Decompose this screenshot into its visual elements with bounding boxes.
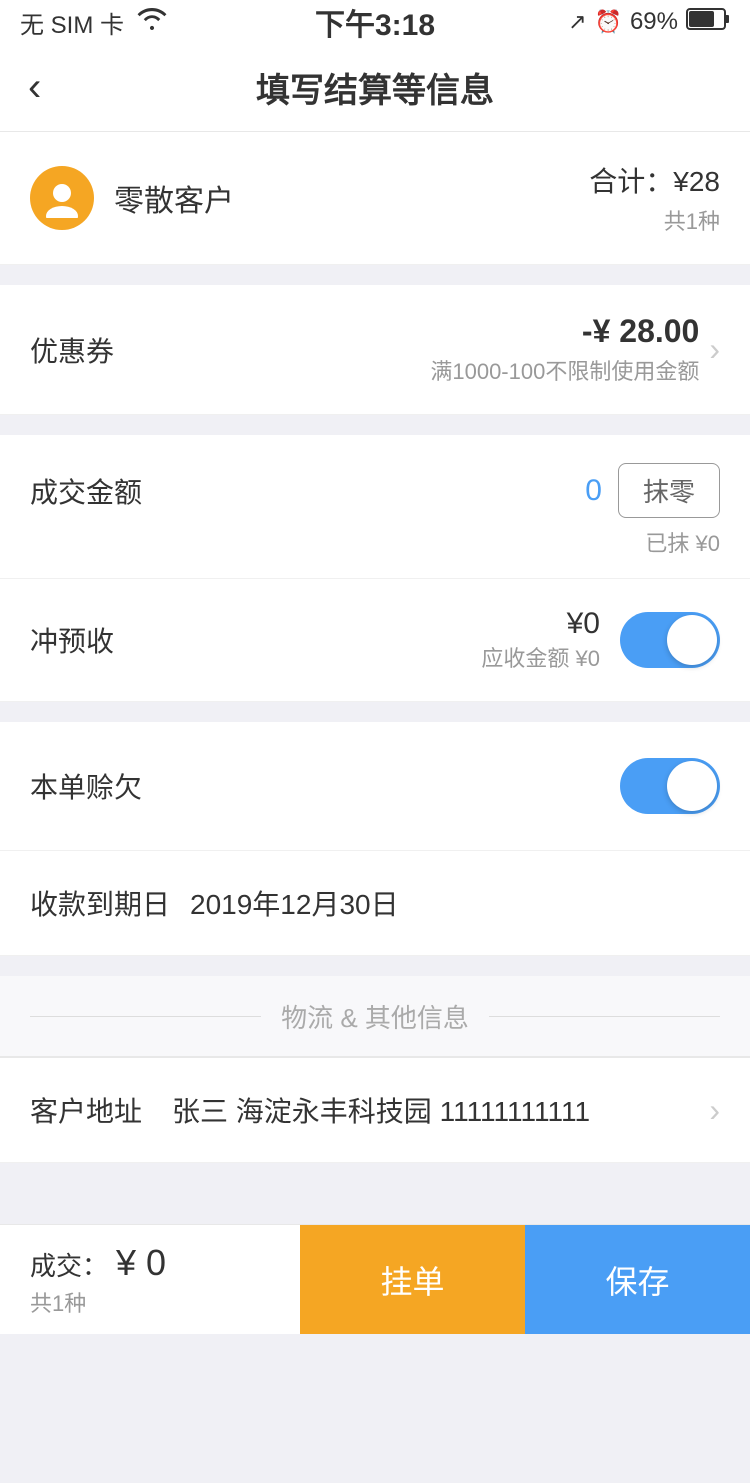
advance-toggle[interactable] xyxy=(620,612,720,668)
debit-toggle[interactable] xyxy=(620,758,720,814)
nav-bar: ‹ 填写结算等信息 xyxy=(0,44,750,132)
deal-already-label: 已抹 ¥0 xyxy=(645,526,720,558)
bottom-count: 共1种 xyxy=(30,1286,270,1318)
status-bar-time: 下午3:18 xyxy=(315,0,435,44)
address-right: › xyxy=(709,1092,720,1129)
divider-1 xyxy=(0,265,750,285)
bottom-deal-row: 成交： ¥ 0 xyxy=(30,1242,270,1284)
total-count: 共1种 xyxy=(589,204,720,236)
customer-left: 零散客户 xyxy=(30,166,234,230)
address-row[interactable]: 客户地址 张三 海淀永丰科技园 11111111111 › xyxy=(0,1058,750,1163)
hang-button[interactable]: 挂单 xyxy=(300,1225,525,1334)
deal-label: 成交金额 xyxy=(30,471,142,511)
alarm-icon: ⏰ xyxy=(595,9,622,35)
customer-avatar xyxy=(30,166,94,230)
debit-label: 本单赊欠 xyxy=(30,766,142,806)
advance-amount: ¥0 xyxy=(481,607,600,641)
coupon-row[interactable]: 优惠券 -¥ 28.00 满1000-100不限制使用金额 › xyxy=(0,285,750,415)
coupon-amount: -¥ 28.00 xyxy=(430,313,699,350)
bottom-deal-amount: ¥ 0 xyxy=(116,1242,166,1284)
advance-receivable: 应收金额 ¥0 xyxy=(481,641,600,673)
status-bar: 无 SIM 卡 下午3:18 ↗ ⏰ 69% xyxy=(0,0,750,44)
address-value: 张三 海淀永丰科技园 11111111111 xyxy=(172,1090,709,1130)
bottom-info: 成交： ¥ 0 共1种 xyxy=(0,1242,300,1318)
advance-toggle-knob xyxy=(667,615,717,665)
customer-right: 合计：¥28 共1种 xyxy=(589,160,720,236)
deal-value: 0 xyxy=(585,474,602,508)
divider-2 xyxy=(0,415,750,435)
duedate-label: 收款到期日 xyxy=(30,883,170,923)
page-title: 填写结算等信息 xyxy=(256,63,494,112)
save-button[interactable]: 保存 xyxy=(525,1225,750,1334)
status-bar-right: ↗ ⏰ 69% xyxy=(568,8,730,37)
advance-row: 冲预收 ¥0 应收金额 ¥0 xyxy=(0,579,750,702)
address-label: 客户地址 xyxy=(30,1090,142,1130)
deal-row-top: 成交金额 0 抹零 xyxy=(30,435,720,526)
divider-4 xyxy=(0,956,750,976)
wifi-icon xyxy=(134,8,170,37)
back-button[interactable]: ‹ xyxy=(28,65,41,110)
carrier-label: 无 SIM 卡 xyxy=(20,5,124,40)
debit-row: 本单赊欠 xyxy=(0,722,750,851)
customer-row: 零散客户 合计：¥28 共1种 xyxy=(0,132,750,265)
location-icon: ↗ xyxy=(568,9,586,35)
duedate-value: 2019年12月30日 xyxy=(190,883,399,923)
coupon-value-block: -¥ 28.00 满1000-100不限制使用金额 xyxy=(430,313,699,386)
save-button-label: 保存 xyxy=(605,1257,669,1303)
total-amount: 合计：¥28 xyxy=(589,160,720,200)
customer-name: 零散客户 xyxy=(114,176,234,220)
advance-label: 冲预收 xyxy=(30,620,114,660)
coupon-desc: 满1000-100不限制使用金额 xyxy=(430,354,699,386)
advance-value-block: ¥0 应收金额 ¥0 xyxy=(481,607,600,673)
round-button[interactable]: 抹零 xyxy=(618,463,720,518)
bottom-bar: 成交： ¥ 0 共1种 挂单 保存 xyxy=(0,1224,750,1334)
logistics-label: 物流 & 其他信息 xyxy=(261,998,489,1035)
address-chevron-icon: › xyxy=(709,1092,720,1129)
deal-right: 0 抹零 xyxy=(585,463,720,518)
battery-icon xyxy=(686,8,730,37)
duedate-row: 收款到期日 2019年12月30日 xyxy=(0,851,750,956)
divider-3 xyxy=(0,702,750,722)
logistics-header: 物流 & 其他信息 xyxy=(0,976,750,1056)
battery-label: 69% xyxy=(630,8,678,36)
deal-row-bottom: 已抹 ¥0 xyxy=(30,526,720,578)
hang-button-label: 挂单 xyxy=(380,1257,444,1303)
debit-toggle-knob xyxy=(667,761,717,811)
advance-right: ¥0 应收金额 ¥0 xyxy=(481,607,720,673)
bottom-deal-label: 成交： xyxy=(30,1246,108,1283)
status-bar-left: 无 SIM 卡 xyxy=(20,5,170,40)
coupon-right: -¥ 28.00 满1000-100不限制使用金额 › xyxy=(430,313,720,386)
deal-row: 成交金额 0 抹零 已抹 ¥0 xyxy=(0,435,750,579)
coupon-label: 优惠券 xyxy=(30,330,114,370)
coupon-chevron-icon: › xyxy=(709,331,720,368)
